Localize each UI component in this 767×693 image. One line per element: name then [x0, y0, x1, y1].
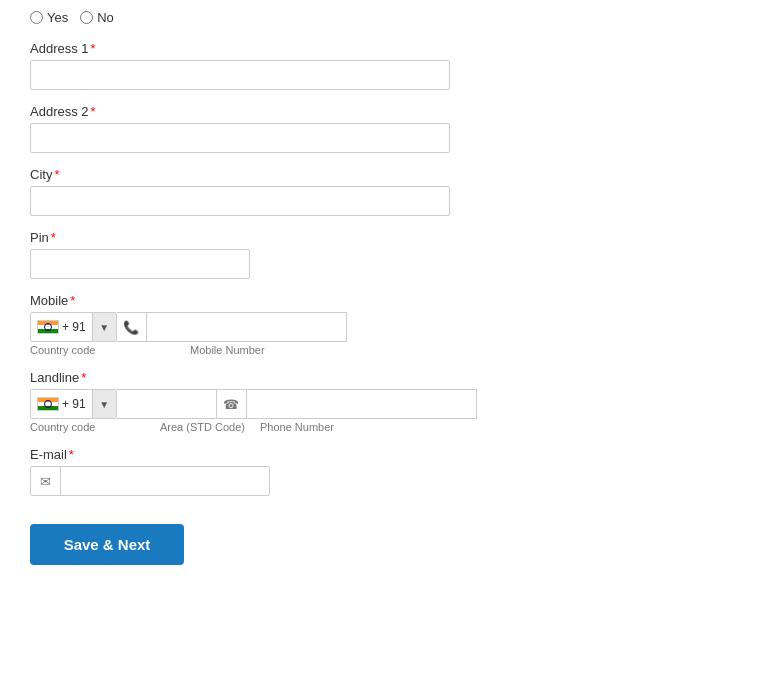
- landline-phone-row: + 91 ▼ ☎: [30, 389, 737, 419]
- mobile-phone-row: + 91 ▼ 📞: [30, 312, 737, 342]
- mobile-number-input[interactable]: [147, 312, 347, 342]
- email-icon: ✉: [40, 474, 51, 489]
- landline-sub-labels: Country code Area (STD Code) Phone Numbe…: [30, 421, 737, 433]
- mobile-sub-labels: Country code Mobile Number: [30, 344, 737, 356]
- email-label: E-mail*: [30, 447, 737, 462]
- email-input[interactable]: [61, 467, 261, 495]
- email-group: E-mail* ✉: [30, 447, 737, 496]
- address2-input[interactable]: [30, 123, 450, 153]
- landline-country-code-text: + 91: [62, 397, 86, 411]
- landline-phone-icon-box: ☎: [217, 389, 247, 419]
- yes-label: Yes: [47, 10, 68, 25]
- city-label: City*: [30, 167, 737, 182]
- city-group: City*: [30, 167, 737, 216]
- email-icon-box: ✉: [31, 466, 61, 496]
- mobile-phone-icon-box: 📞: [117, 312, 147, 342]
- yes-no-radio-group: Yes No: [30, 10, 737, 25]
- mobile-country-code-wrapper: + 91 ▼: [30, 312, 117, 342]
- landline-dropdown-arrow-icon: ▼: [99, 399, 109, 410]
- pin-group: Pin*: [30, 230, 737, 279]
- mobile-icon-spacer: [160, 344, 190, 356]
- landline-india-flag-icon: [37, 397, 59, 411]
- address2-group: Address 2*: [30, 104, 737, 153]
- mobile-group: Mobile* + 91 ▼ 📞 Country code Mobile Num…: [30, 293, 737, 356]
- mobile-phone-icon: 📞: [123, 320, 139, 335]
- no-radio[interactable]: [80, 11, 93, 24]
- landline-group: Landline* + 91 ▼ ☎ Country code Area (ST…: [30, 370, 737, 433]
- yes-radio-label[interactable]: Yes: [30, 10, 68, 25]
- landline-tel-icon: ☎: [223, 397, 239, 412]
- pin-label: Pin*: [30, 230, 737, 245]
- landline-label: Landline*: [30, 370, 737, 385]
- landline-country-code-dropdown[interactable]: ▼: [92, 389, 116, 419]
- area-code-input[interactable]: [117, 389, 217, 419]
- address1-group: Address 1*: [30, 41, 737, 90]
- landline-country-code-wrapper: + 91 ▼: [30, 389, 117, 419]
- mobile-cc-sub-label: Country code: [30, 344, 160, 356]
- mobile-label: Mobile*: [30, 293, 737, 308]
- mobile-number-sub-label: Mobile Number: [190, 344, 265, 356]
- yes-radio[interactable]: [30, 11, 43, 24]
- address1-input[interactable]: [30, 60, 450, 90]
- landline-cc-sub-label: Country code: [30, 421, 160, 433]
- india-flag-icon: [37, 320, 59, 334]
- dropdown-arrow-icon: ▼: [99, 322, 109, 333]
- no-radio-label[interactable]: No: [80, 10, 114, 25]
- city-input[interactable]: [30, 186, 450, 216]
- mobile-flag-part: + 91: [31, 313, 92, 341]
- address2-label: Address 2*: [30, 104, 737, 119]
- landline-area-sub-label: Area (STD Code): [160, 421, 260, 433]
- save-next-button[interactable]: Save & Next: [30, 524, 184, 565]
- mobile-country-code-text: + 91: [62, 320, 86, 334]
- pin-input[interactable]: [30, 249, 250, 279]
- address1-label: Address 1*: [30, 41, 737, 56]
- landline-flag-part: + 91: [31, 390, 92, 418]
- landline-phone-sub-label: Phone Number: [260, 421, 334, 433]
- no-label: No: [97, 10, 114, 25]
- mobile-country-code-dropdown[interactable]: ▼: [92, 312, 116, 342]
- email-row: ✉: [30, 466, 270, 496]
- phone-number-input[interactable]: [247, 389, 477, 419]
